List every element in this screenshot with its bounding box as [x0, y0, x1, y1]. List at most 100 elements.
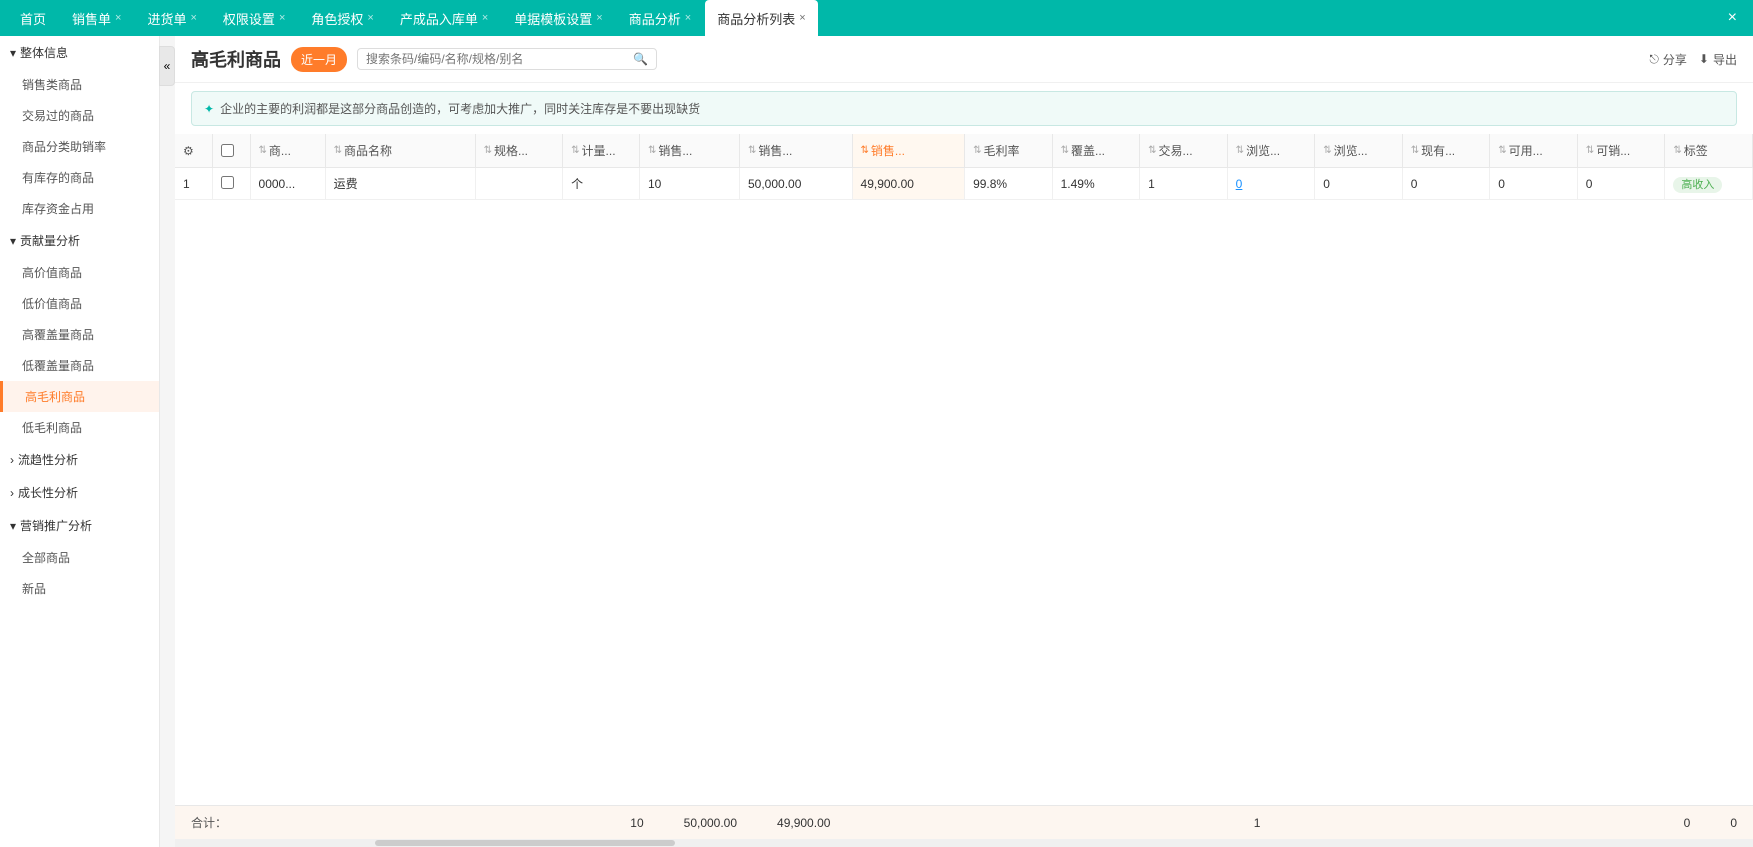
nav-product-analysis-list-close[interactable]: ×: [799, 12, 805, 24]
sidebar-section-overall[interactable]: ▾ 整体信息: [0, 36, 159, 69]
header-actions: ⎋ 分享 ⬇ 导出: [1649, 51, 1737, 68]
sort-icon-9: ⇅: [1061, 145, 1069, 156]
sort-icon-15: ⇅: [1586, 145, 1594, 156]
top-navigation: 首页 销售单 × 进货单 × 权限设置 × 角色授权 × 产成品入库单 × 单据…: [0, 0, 1753, 36]
info-banner: ✦ 企业的主要的利润都是这部分商品创造的，可考虑加大推广，同时关注库存是不要出现…: [191, 91, 1737, 126]
sort-icon-10: ⇅: [1148, 145, 1156, 156]
sidebar-item-in-stock-goods[interactable]: 有库存的商品: [0, 162, 159, 193]
scroll-thumb[interactable]: [375, 840, 675, 846]
cell-browse-pv[interactable]: 0: [1227, 168, 1315, 200]
page-title: 高毛利商品: [191, 46, 281, 72]
col-name[interactable]: ⇅商品名称: [325, 134, 475, 168]
col-code[interactable]: ⇅商...: [250, 134, 325, 168]
sidebar-item-low-coverage[interactable]: 低覆盖量商品: [0, 350, 159, 381]
search-icon[interactable]: 🔍: [633, 52, 648, 66]
export-icon: ⬇: [1699, 52, 1709, 66]
chevron-right-icon-2: ›: [10, 486, 14, 500]
sidebar-item-low-value[interactable]: 低价值商品: [0, 288, 159, 319]
nav-sales-order[interactable]: 销售单 ×: [60, 0, 133, 36]
col-sales-amt2[interactable]: ⇅销售...: [852, 134, 965, 168]
sidebar-section-contribution[interactable]: ▾ 贡献量分析: [0, 224, 159, 257]
col-current-stock[interactable]: ⇅现有...: [1402, 134, 1490, 168]
chevron-down-icon: ▾: [10, 46, 16, 60]
nav-permissions[interactable]: 权限设置 ×: [211, 0, 297, 36]
export-button[interactable]: ⬇ 导出: [1699, 51, 1737, 68]
col-unit[interactable]: ⇅计量...: [563, 134, 640, 168]
nav-product-analysis-list[interactable]: 商品分析列表 ×: [705, 0, 817, 36]
sidebar-item-category-sales-rate[interactable]: 商品分类助销率: [0, 131, 159, 162]
cell-name: 运费: [325, 168, 475, 200]
sidebar-item-low-margin[interactable]: 低毛利商品: [0, 412, 159, 443]
sort-icon-16: ⇅: [1673, 145, 1681, 156]
nav-template-settings-close[interactable]: ×: [596, 12, 602, 24]
sort-icon-3: ⇅: [484, 145, 492, 156]
sidebar-item-high-value[interactable]: 高价值商品: [0, 257, 159, 288]
search-input[interactable]: [366, 52, 629, 66]
content-area: 高毛利商品 近一月 🔍 ⎋ 分享 ⬇ 导出 ✦ 企业的主要的利润都是这部分商品创…: [175, 36, 1753, 847]
nav-purchase-order[interactable]: 进货单 ×: [135, 0, 208, 36]
cell-available-stock: 0: [1490, 168, 1578, 200]
nav-sales-order-close[interactable]: ×: [115, 12, 121, 24]
nav-product-analysis-close[interactable]: ×: [685, 12, 691, 24]
table-wrapper: ⚙ ⇅商... ⇅商品名称 ⇅规格...: [175, 134, 1753, 805]
sidebar-item-sales-goods[interactable]: 销售类商品: [0, 69, 159, 100]
col-sales-amt[interactable]: ⇅销售...: [739, 134, 852, 168]
nav-product-inbound-close[interactable]: ×: [482, 12, 488, 24]
sidebar-item-new-goods[interactable]: 新品: [0, 573, 159, 604]
cell-gross-rate: 99.8%: [965, 168, 1053, 200]
nav-template-settings[interactable]: 单据模板设置 ×: [502, 0, 614, 36]
window-close-button[interactable]: ×: [1720, 9, 1745, 27]
col-browse-uv[interactable]: ⇅浏览...: [1315, 134, 1403, 168]
sort-icon-8: ⇅: [973, 145, 981, 156]
cell-transactions: 1: [1140, 168, 1228, 200]
nav-home[interactable]: 首页: [8, 0, 58, 36]
share-button[interactable]: ⎋ 分享: [1649, 51, 1687, 68]
horizontal-scrollbar[interactable]: [175, 839, 1753, 847]
col-gross-rate[interactable]: ⇅毛利率: [965, 134, 1053, 168]
cell-checkbox: [213, 168, 251, 200]
nav-product-inbound[interactable]: 产成品入库单 ×: [388, 0, 500, 36]
sort-icon-12: ⇅: [1323, 145, 1331, 156]
footer-transactions: 1: [1254, 816, 1261, 830]
col-available-stock[interactable]: ⇅可用...: [1490, 134, 1578, 168]
sidebar-item-all-goods[interactable]: 全部商品: [0, 542, 159, 573]
col-sales-qty[interactable]: ⇅销售...: [639, 134, 739, 168]
footer-total-label: 合计：: [191, 814, 227, 831]
sidebar-item-stock-capital[interactable]: 库存资金占用: [0, 193, 159, 224]
sort-icon-13: ⇅: [1411, 145, 1419, 156]
nav-role-auth[interactable]: 角色授权 ×: [299, 0, 385, 36]
col-spec[interactable]: ⇅规格...: [475, 134, 563, 168]
sidebar-item-traded-goods[interactable]: 交易过的商品: [0, 100, 159, 131]
row-checkbox[interactable]: [221, 176, 234, 189]
cell-sales-amt: 50,000.00: [739, 168, 852, 200]
nav-purchase-order-close[interactable]: ×: [190, 12, 196, 24]
col-saleable-stock[interactable]: ⇅可销...: [1577, 134, 1665, 168]
sidebar-section-trend[interactable]: › 流趋性分析: [0, 443, 159, 476]
sort-icon-2: ⇅: [334, 145, 342, 156]
col-coverage[interactable]: ⇅覆盖...: [1052, 134, 1140, 168]
sidebar-section-marketing[interactable]: ▾ 营销推广分析: [0, 509, 159, 542]
sidebar-section-growth[interactable]: › 成长性分析: [0, 476, 159, 509]
filter-recent-month-button[interactable]: 近一月: [291, 47, 347, 72]
table-footer: 合计： 10 50,000.00 49,900.00 1 0 0: [175, 805, 1753, 839]
nav-role-auth-close[interactable]: ×: [367, 12, 373, 24]
col-browse-pv[interactable]: ⇅浏览...: [1227, 134, 1315, 168]
sort-icon-4: ⇅: [571, 145, 579, 156]
nav-permissions-close[interactable]: ×: [279, 12, 285, 24]
nav-product-analysis[interactable]: 商品分析 ×: [617, 0, 703, 36]
sidebar-item-high-margin[interactable]: 高毛利商品: [0, 381, 159, 412]
cell-num: 1: [175, 168, 213, 200]
select-all-checkbox[interactable]: [221, 144, 234, 157]
settings-icon[interactable]: ⚙: [183, 144, 194, 158]
sidebar-collapse-button[interactable]: «: [159, 46, 175, 86]
sort-icon-6: ⇅: [748, 145, 756, 156]
col-tag[interactable]: ⇅标签: [1665, 134, 1753, 168]
cell-sales-amt2: 49,900.00: [852, 168, 965, 200]
col-transactions[interactable]: ⇅交易...: [1140, 134, 1228, 168]
sidebar-item-high-coverage[interactable]: 高覆盖量商品: [0, 319, 159, 350]
main-layout: ▾ 整体信息 销售类商品 交易过的商品 商品分类助销率 有库存的商品 库存资金占…: [0, 36, 1753, 847]
chevron-down-icon-3: ▾: [10, 519, 16, 533]
col-checkbox: [213, 134, 251, 168]
sort-icon-11: ⇅: [1236, 145, 1244, 156]
col-settings[interactable]: ⚙: [175, 134, 213, 168]
